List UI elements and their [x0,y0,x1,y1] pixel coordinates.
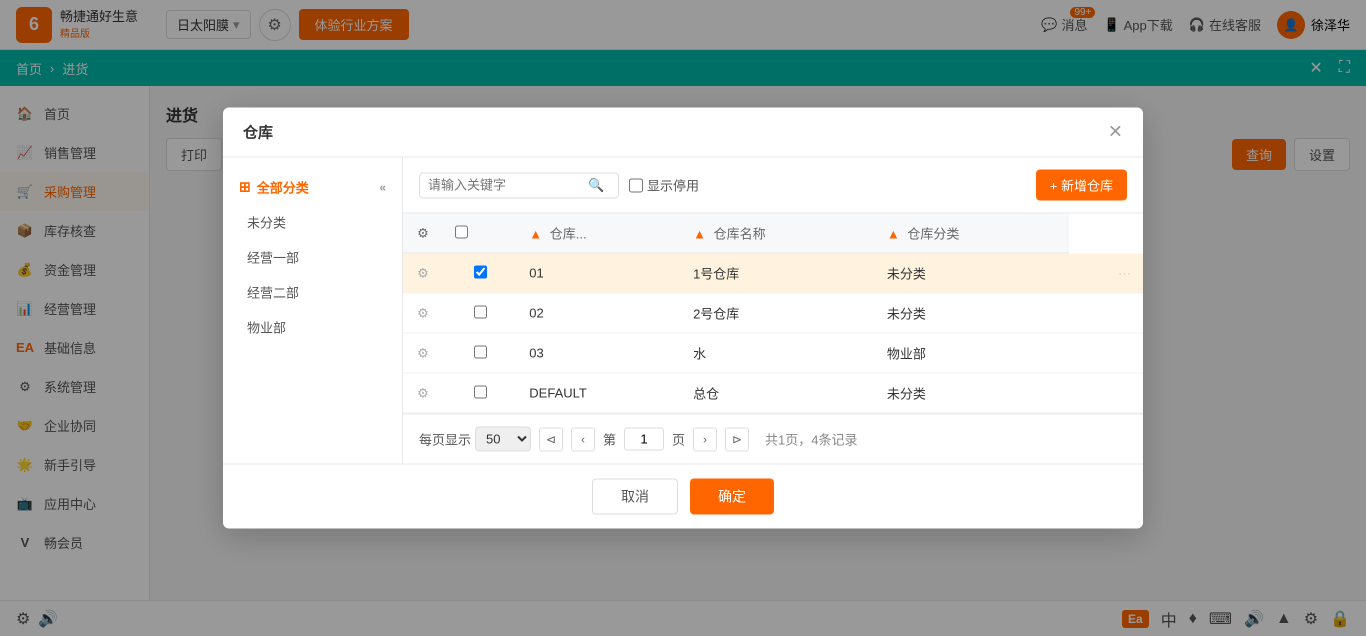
category-item-ops2[interactable]: 经营二部 [223,275,402,310]
table-header-name[interactable]: ▲ 仓库名称 [681,214,875,254]
row-category-cell: 未分类 [875,253,1069,293]
sort-icon-cat: ▲ [887,227,900,242]
page-number-input[interactable] [624,428,664,451]
show-disabled-label[interactable]: 显示停用 [629,176,699,195]
collapse-icon[interactable]: « [379,180,386,194]
modal-pagination: 每页显示 50 100 200 ⊲ ‹ 第 页 › ⊳ 共1页，4条记录 [403,414,1143,464]
row-checkbox[interactable] [474,385,487,398]
row-name-cell: 总仓 [681,373,875,413]
table-row[interactable]: ⚙ 03 水 物业部 [403,333,1143,373]
row-checkbox-cell[interactable] [443,373,517,413]
table-row[interactable]: ⚙ DEFAULT 总仓 未分类 [403,373,1143,413]
confirm-button[interactable]: 确定 [690,479,774,515]
add-warehouse-button[interactable]: + 新增仓库 [1036,170,1127,201]
modal-header: 仓库 ✕ [223,108,1143,158]
modal-left-panel: ⊞ 全部分类 « 未分类 经营一部 经营二部 物业部 [223,158,403,464]
row-checkbox-cell[interactable] [443,253,517,293]
row-gear-cell[interactable]: ⚙ [403,373,443,413]
all-categories-item[interactable]: ⊞ 全部分类 « [223,170,402,205]
table-header-gear[interactable]: ⚙ [403,214,443,254]
per-page-select[interactable]: 50 100 200 [475,427,531,452]
first-page-button[interactable]: ⊲ [539,427,563,451]
row-category-cell: 未分类 [875,293,1069,333]
row-code-cell: 03 [517,333,681,373]
row-checkbox[interactable] [474,345,487,358]
row-code-cell: 02 [517,293,681,333]
show-disabled-checkbox[interactable] [629,178,643,192]
table-header-check[interactable] [443,214,517,254]
search-icon[interactable]: 🔍 [588,177,604,193]
row-name-cell: 水 [681,333,875,373]
table-row[interactable]: ⚙ 01 1号仓库 未分类 ··· [403,253,1143,293]
row-name-cell: 2号仓库 [681,293,875,333]
row-category-cell: 物业部 [875,333,1069,373]
row-name-cell: 1号仓库 [681,253,875,293]
warehouse-modal: 仓库 ✕ ⊞ 全部分类 « 未分类 经营一部 经营二部 物业部 [223,108,1143,529]
warehouse-table: ⚙ ▲ 仓库... ▲ 仓库名称 [403,214,1143,414]
row-gear-cell[interactable]: ⚙ [403,293,443,333]
category-item-ops1[interactable]: 经营一部 [223,240,402,275]
row-code-cell: DEFAULT [517,373,681,413]
row-code-cell: 01 [517,253,681,293]
cancel-button[interactable]: 取消 [592,479,678,515]
prev-page-button[interactable]: ‹ [571,427,595,451]
modal-close-icon[interactable]: ✕ [1108,122,1123,143]
row-gear-cell[interactable]: ⚙ [403,253,443,293]
sort-icon: ▲ [529,227,542,242]
row-checkbox-cell[interactable] [443,333,517,373]
last-page-button[interactable]: ⊳ [725,427,749,451]
next-page-button[interactable]: › [693,427,717,451]
row-gear-cell[interactable]: ⚙ [403,333,443,373]
category-item-property[interactable]: 物业部 [223,310,402,345]
search-box: 🔍 [419,172,619,198]
row-checkbox[interactable] [474,305,487,318]
modal-toolbar: 🔍 显示停用 + 新增仓库 [403,158,1143,214]
category-item-unclassified[interactable]: 未分类 [223,205,402,240]
modal-title: 仓库 [243,122,273,143]
all-categories-label: 全部分类 [257,178,309,197]
table-row[interactable]: ⚙ 02 2号仓库 未分类 [403,293,1143,333]
modal-body: ⊞ 全部分类 « 未分类 经营一部 经营二部 物业部 🔍 [223,158,1143,464]
table-header-code[interactable]: ▲ 仓库... [517,214,681,254]
row-actions-empty [1069,293,1143,333]
row-actions[interactable]: ··· [1069,253,1143,293]
total-info: 共1页，4条记录 [765,430,857,449]
sort-icon-name: ▲ [693,227,706,242]
select-all-checkbox[interactable] [455,225,468,238]
search-input[interactable] [428,178,588,193]
row-actions-empty [1069,333,1143,373]
row-checkbox[interactable] [474,265,487,278]
grid-icon: ⊞ [239,179,251,196]
row-checkbox-cell[interactable] [443,293,517,333]
table-header-category[interactable]: ▲ 仓库分类 [875,214,1069,254]
row-category-cell: 未分类 [875,373,1069,413]
modal-right-panel: 🔍 显示停用 + 新增仓库 ⚙ [403,158,1143,464]
row-actions-empty [1069,373,1143,413]
modal-footer: 取消 确定 [223,464,1143,529]
per-page-selector: 每页显示 50 100 200 [419,427,531,452]
